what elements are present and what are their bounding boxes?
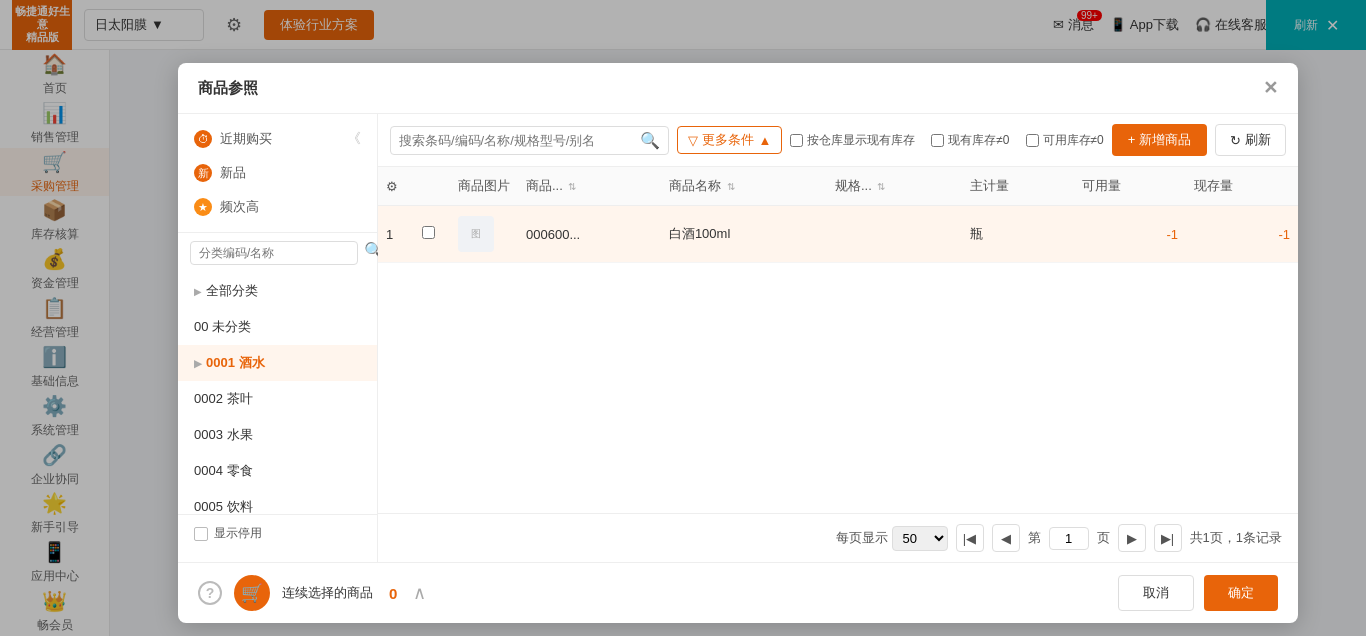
help-icon[interactable]: ? <box>198 581 222 605</box>
category-snack[interactable]: 0004 零食 <box>178 453 377 489</box>
row-spec <box>827 206 962 263</box>
category-beverage[interactable]: 0005 饮料 <box>178 489 377 514</box>
sort-code-icon: ⇅ <box>568 181 576 192</box>
show-disabled-row: 显示停用 <box>178 514 377 552</box>
recent-purchase-icon: ⏱ <box>194 130 212 148</box>
nonzero-stock-checkbox[interactable] <box>931 134 944 147</box>
col-spec[interactable]: 规格... ⇅ <box>827 167 962 206</box>
prev-page-button[interactable]: ◀ <box>992 524 1020 552</box>
tab-new-products[interactable]: 新 新品 <box>178 156 377 190</box>
right-toolbar: 🔍 ▽ 更多条件 ▲ 按仓库显示现有库存 现 <box>378 114 1298 167</box>
col-image: 商品图片 <box>450 167 518 206</box>
col-stock: 现存量 <box>1186 167 1298 206</box>
filter-checkboxes: 按仓库显示现有库存 现有库存≠0 可用库存≠0 <box>790 132 1104 149</box>
row-check[interactable] <box>414 206 450 263</box>
frequent-icon: ★ <box>194 198 212 216</box>
per-page-dropdown[interactable]: 50 10 20 100 <box>892 526 948 551</box>
active-category-arrow-icon: ▶ <box>194 358 202 369</box>
row-checkbox[interactable] <box>422 226 435 239</box>
product-search-icon[interactable]: 🔍 <box>640 131 660 150</box>
tab-recent-purchase[interactable]: ⏱ 近期购买 《 <box>178 122 377 156</box>
col-available: 可用量 <box>1074 167 1186 206</box>
next-page-button[interactable]: ▶ <box>1118 524 1146 552</box>
dialog-body: ⏱ 近期购买 《 新 新品 ★ 频次高 🔍 <box>178 114 1298 562</box>
product-table-wrapper: ⚙ 商品图片 商品... ⇅ 商品名称 <box>378 167 1298 513</box>
cart-icon[interactable]: 🛒 <box>234 575 270 611</box>
show-disabled-checkbox[interactable] <box>194 527 208 541</box>
footer-actions: 取消 确定 <box>1118 575 1278 611</box>
category-all[interactable]: ▶ 全部分类 <box>178 273 377 309</box>
filter-button[interactable]: ▽ 更多条件 ▲ <box>677 126 782 154</box>
dialog-footer: ? 🛒 连续选择的商品 0 ∧ 取消 确定 <box>178 562 1298 623</box>
dialog-close-icon[interactable]: ✕ <box>1263 77 1278 99</box>
product-table: ⚙ 商品图片 商品... ⇅ 商品名称 <box>378 167 1298 263</box>
col-code[interactable]: 商品... ⇅ <box>518 167 661 206</box>
table-row[interactable]: 1 图 000600... 白酒100ml 瓶 <box>378 206 1298 263</box>
col-unit[interactable]: 主计量 <box>962 167 1074 206</box>
product-image: 图 <box>458 216 494 252</box>
new-products-icon: 新 <box>194 164 212 182</box>
row-image: 图 <box>450 206 518 263</box>
row-index: 1 <box>378 206 414 263</box>
category-fruit[interactable]: 0003 水果 <box>178 417 377 453</box>
left-panel: ⏱ 近期购买 《 新 新品 ★ 频次高 🔍 <box>178 114 378 562</box>
refresh-button[interactable]: ↻ 刷新 <box>1215 124 1286 156</box>
dialog-container: 商品参照 ✕ ⏱ 近期购买 《 新 新品 ★ <box>110 50 1366 636</box>
product-search-bar: 🔍 <box>390 126 669 155</box>
tab-frequent[interactable]: ★ 频次高 <box>178 190 377 224</box>
category-search-row: 🔍 <box>178 233 377 273</box>
nonzero-stock-checkbox-label[interactable]: 现有库存≠0 <box>931 132 1009 149</box>
page-number-input[interactable] <box>1049 527 1089 550</box>
col-name[interactable]: 商品名称 ⇅ <box>661 167 827 206</box>
dialog-title: 商品参照 <box>198 79 258 98</box>
row-available: -1 <box>1074 206 1186 263</box>
col-check <box>414 167 450 206</box>
collapse-icon[interactable]: 《 <box>347 130 361 148</box>
footer-collapse-icon[interactable]: ∧ <box>413 582 426 604</box>
cancel-button[interactable]: 取消 <box>1118 575 1194 611</box>
sort-name-icon: ⇅ <box>727 181 735 192</box>
row-code: 000600... <box>518 206 661 263</box>
right-actions: + 新增商品 ↻ 刷新 <box>1112 124 1286 156</box>
last-page-button[interactable]: ▶| <box>1154 524 1182 552</box>
col-settings[interactable]: ⚙ <box>378 167 414 206</box>
per-page-select: 每页显示 50 10 20 100 <box>836 526 948 551</box>
category-list: ▶ 全部分类 00 未分类 ▶ 0001 酒水 0002 茶叶 0003 水果 <box>178 273 377 514</box>
category-uncategorized[interactable]: 00 未分类 <box>178 309 377 345</box>
row-name: 白酒100ml <box>661 206 827 263</box>
dialog-box: 商品参照 ✕ ⏱ 近期购买 《 新 新品 ★ <box>178 63 1298 623</box>
category-tea[interactable]: 0002 茶叶 <box>178 381 377 417</box>
warehouse-stock-checkbox-label[interactable]: 按仓库显示现有库存 <box>790 132 915 149</box>
warehouse-stock-checkbox[interactable] <box>790 134 803 147</box>
confirm-button[interactable]: 确定 <box>1204 575 1278 611</box>
pagination-bar: 每页显示 50 10 20 100 |◀ ◀ 第 页 ▶ ▶| <box>378 513 1298 562</box>
sort-spec-icon: ⇅ <box>877 181 885 192</box>
add-product-button[interactable]: + 新增商品 <box>1112 124 1207 156</box>
product-search-input[interactable] <box>399 133 634 148</box>
row-unit: 瓶 <box>962 206 1074 263</box>
row-stock: -1 <box>1186 206 1298 263</box>
category-arrow-icon: ▶ <box>194 286 202 297</box>
left-panel-tabs: ⏱ 近期购买 《 新 新品 ★ 频次高 <box>178 114 377 233</box>
dialog-header: 商品参照 ✕ <box>178 63 1298 114</box>
nonzero-available-checkbox[interactable] <box>1026 134 1039 147</box>
first-page-button[interactable]: |◀ <box>956 524 984 552</box>
right-panel: 🔍 ▽ 更多条件 ▲ 按仓库显示现有库存 现 <box>378 114 1298 562</box>
category-liquor[interactable]: ▶ 0001 酒水 <box>178 345 377 381</box>
nonzero-available-checkbox-label[interactable]: 可用库存≠0 <box>1026 132 1104 149</box>
category-search-input[interactable] <box>190 241 358 265</box>
